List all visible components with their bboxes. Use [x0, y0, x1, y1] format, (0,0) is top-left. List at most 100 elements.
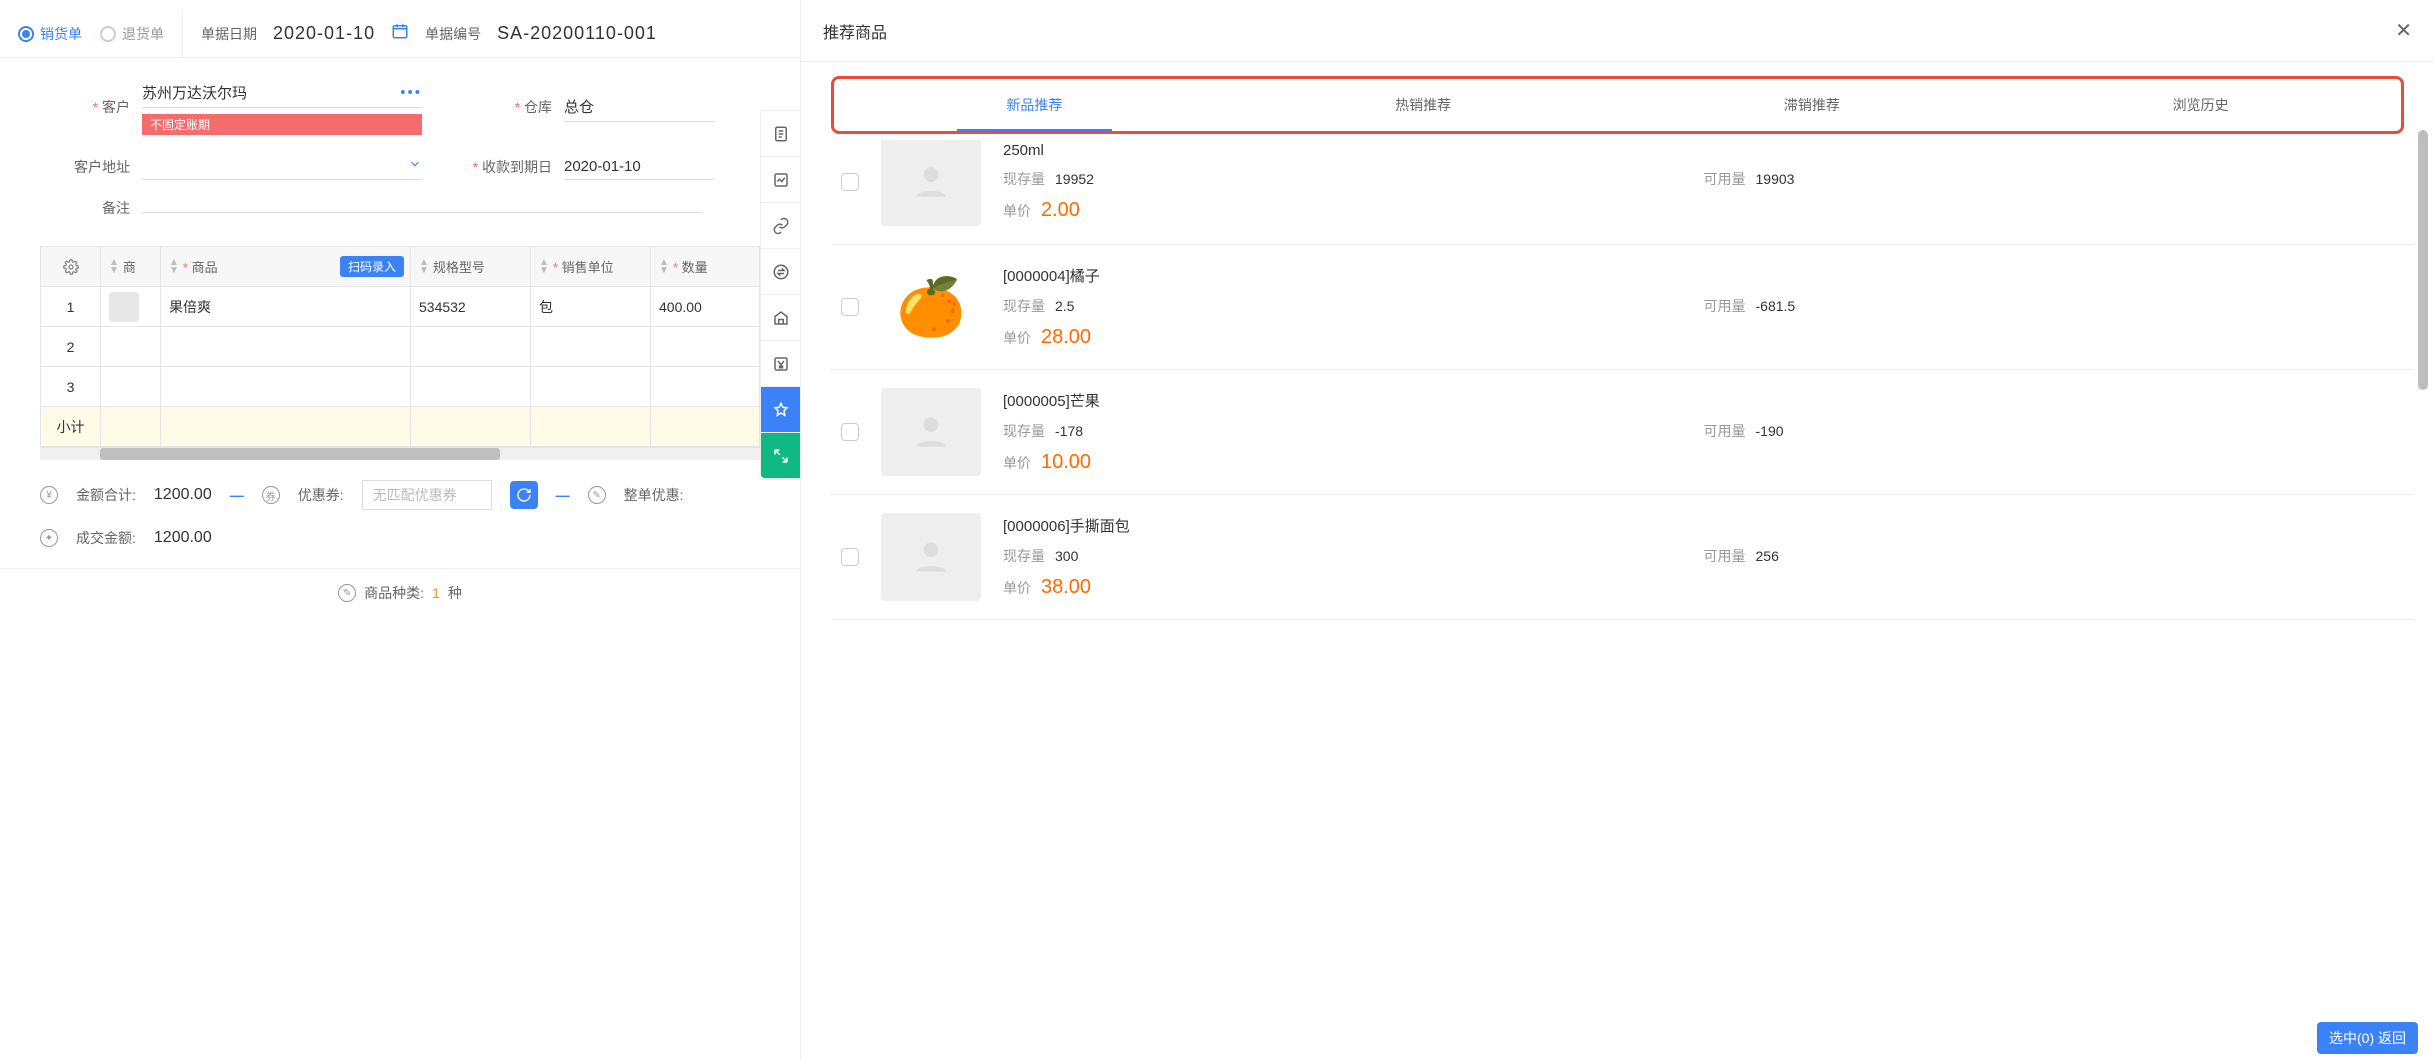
tab-slow[interactable]: 滞销推荐: [1618, 81, 2007, 129]
tab-new[interactable]: 新品推荐: [840, 81, 1229, 129]
row-unit[interactable]: 包: [531, 287, 651, 326]
tool-house-icon[interactable]: [761, 295, 801, 341]
remark-label: 备注: [40, 198, 130, 218]
tool-money-icon[interactable]: [761, 341, 801, 387]
product-image: [881, 388, 981, 476]
product-stock: 现存量19952: [1003, 169, 1704, 189]
row-spec[interactable]: [411, 327, 531, 366]
tool-link-icon[interactable]: [761, 203, 801, 249]
chevron-down-icon[interactable]: [408, 157, 422, 175]
kinds-suffix: 种: [448, 583, 462, 603]
row-thumb: [101, 287, 161, 326]
grid-hscroll[interactable]: [40, 448, 760, 460]
product-available: 可用量19903: [1704, 169, 2405, 189]
row-qty[interactable]: [651, 327, 731, 366]
row-index: 2: [41, 327, 101, 366]
col-spec[interactable]: ▲▼规格型号: [411, 247, 531, 286]
product-list: 250ml现存量19952可用量19903单价2.00[0000004]橘子现存…: [831, 140, 2414, 620]
tab-history[interactable]: 浏览历史: [2006, 81, 2395, 129]
more-icon[interactable]: •••: [400, 84, 422, 101]
deal-label: 成交金额:: [76, 528, 136, 548]
tab-sales-label: 销货单: [40, 24, 82, 44]
product-stock: 现存量-178: [1003, 421, 1704, 441]
coupon-input[interactable]: 无匹配优惠券: [362, 480, 492, 510]
table-row[interactable]: 2: [41, 327, 759, 367]
product-image: [881, 140, 981, 226]
doc-date-value[interactable]: 2020-01-10: [273, 23, 375, 44]
product-checkbox[interactable]: [841, 423, 859, 441]
product-item: [0000006]手撕面包现存量300可用量256单价38.00: [831, 495, 2414, 620]
col-unit[interactable]: ▲▼销售单位: [531, 247, 651, 286]
sum-value: 1200.00: [154, 486, 212, 504]
row-qty[interactable]: [651, 367, 731, 406]
due-input[interactable]: 2020-01-10: [564, 154, 714, 180]
select-return-button[interactable]: 选中(0) 返回: [2317, 1022, 2418, 1054]
tool-expand-icon[interactable]: [761, 433, 801, 479]
tab-hot[interactable]: 热销推荐: [1229, 81, 1618, 129]
tool-star-icon[interactable]: [761, 387, 801, 433]
table-row[interactable]: 3: [41, 367, 759, 407]
product-stock: 现存量300: [1003, 546, 1704, 566]
product-available: 可用量-681.5: [1704, 296, 2405, 316]
product-name: [0000006]手撕面包: [1003, 515, 2404, 536]
row-product[interactable]: 果倍爽: [161, 287, 411, 326]
close-icon[interactable]: ✕: [2395, 18, 2412, 43]
warehouse-input[interactable]: 总仓: [564, 92, 714, 122]
row-product[interactable]: [161, 367, 411, 406]
doc-header: 销货单 退货单 单据日期 2020-01-10 单据编号 SA-20200110…: [0, 10, 800, 58]
minus-icon: —: [230, 487, 244, 503]
row-unit[interactable]: [531, 327, 651, 366]
col-product[interactable]: ▲▼商品扫码录入: [161, 247, 411, 286]
row-product[interactable]: [161, 327, 411, 366]
customer-tag: 不固定账期: [142, 114, 422, 135]
row-qty[interactable]: 400.00: [651, 287, 731, 326]
customer-value: 苏州万达沃尔玛: [142, 82, 247, 103]
tab-return-order[interactable]: 退货单: [100, 24, 164, 44]
col-thumb[interactable]: ▲▼商: [101, 247, 161, 286]
deal-value: 1200.00: [154, 529, 212, 547]
table-row[interactable]: 1果倍爽534532包400.00: [41, 287, 759, 327]
col-qty[interactable]: ▲▼数量: [651, 247, 731, 286]
product-checkbox[interactable]: [841, 548, 859, 566]
product-name: [0000005]芒果: [1003, 390, 2404, 411]
customer-input[interactable]: 苏州万达沃尔玛 •••: [142, 78, 422, 108]
product-checkbox[interactable]: [841, 173, 859, 191]
calendar-icon[interactable]: [391, 22, 409, 45]
tool-note-icon[interactable]: [761, 111, 801, 157]
scan-button[interactable]: 扫码录入: [340, 256, 404, 277]
panel-vscroll[interactable]: [2418, 130, 2428, 390]
doc-no-label: 单据编号: [425, 24, 481, 44]
deal-icon: ✦: [40, 529, 58, 547]
tool-chart-icon[interactable]: [761, 157, 801, 203]
product-stock: 现存量2.5: [1003, 296, 1704, 316]
minus-icon: —: [556, 487, 570, 503]
tool-swap-icon[interactable]: [761, 249, 801, 295]
row-index: 3: [41, 367, 101, 406]
whole-discount-label: 整单优惠:: [624, 485, 684, 505]
footer-bar: ✎ 商品种类: 1 种: [0, 568, 800, 617]
product-item: [0000004]橘子现存量2.5可用量-681.5单价28.00: [831, 245, 2414, 370]
tab-return-label: 退货单: [122, 24, 164, 44]
panel-title: 推荐商品: [823, 19, 887, 43]
addr-input[interactable]: [142, 153, 422, 180]
product-image: [881, 513, 981, 601]
product-price: 单价38.00: [1003, 576, 1704, 599]
product-image: [881, 263, 981, 351]
row-unit[interactable]: [531, 367, 651, 406]
product-available: 可用量-190: [1704, 421, 2405, 441]
grid-settings[interactable]: [41, 247, 101, 286]
recommend-tabs: 新品推荐 热销推荐 滞销推荐 浏览历史: [831, 76, 2404, 134]
tab-sales-order[interactable]: 销货单: [18, 24, 82, 44]
coupon-label: 优惠券:: [298, 485, 344, 505]
row-spec[interactable]: 534532: [411, 287, 531, 326]
currency-icon: ¥: [40, 486, 58, 504]
discount-icon: ✎: [588, 486, 606, 504]
remark-input[interactable]: [142, 204, 702, 213]
doc-date-label: 单据日期: [201, 24, 257, 44]
product-checkbox[interactable]: [841, 298, 859, 316]
product-item: [0000005]芒果现存量-178可用量-190单价10.00: [831, 370, 2414, 495]
coupon-icon: 券: [262, 486, 280, 504]
row-spec[interactable]: [411, 367, 531, 406]
refresh-button[interactable]: [510, 481, 538, 509]
product-name: [0000004]橘子: [1003, 265, 2404, 286]
